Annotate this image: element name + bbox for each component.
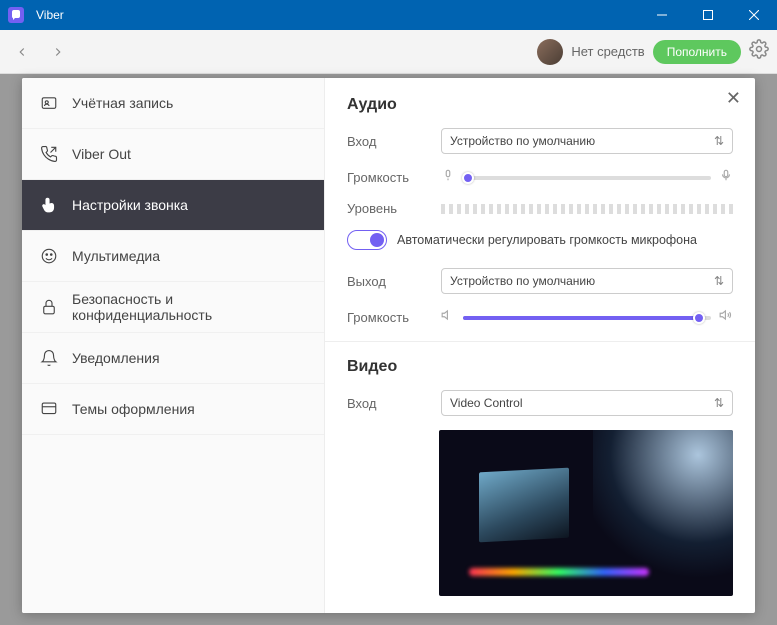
sidebar-item-security[interactable]: Безопасность и конфиденциальность — [22, 282, 324, 333]
camera-preview — [439, 430, 733, 596]
sidebar-item-account[interactable]: Учётная запись — [22, 78, 324, 129]
video-section-title: Видео — [347, 358, 733, 376]
sidebar-item-call-settings[interactable]: Настройки звонка — [22, 180, 324, 231]
lock-icon — [40, 298, 58, 316]
sidebar-item-viber-out[interactable]: Viber Out — [22, 129, 324, 180]
app-icon — [8, 7, 24, 23]
level-meter — [441, 204, 733, 214]
settings-gear-icon[interactable] — [749, 39, 769, 64]
mic-high-icon — [719, 168, 733, 187]
sidebar-item-label: Учётная запись — [72, 95, 173, 111]
settings-content: ✕ Аудио Вход Устройство по умолчанию ⇅ Г… — [325, 78, 755, 613]
mic-low-icon — [441, 168, 455, 187]
app-header: Нет средств Пополнить — [0, 30, 777, 74]
mic-volume-label: Громкость — [347, 170, 429, 185]
video-input-select[interactable]: Video Control ⇅ — [441, 390, 733, 416]
select-value: Устройство по умолчанию — [450, 134, 595, 148]
audio-input-select[interactable]: Устройство по умолчанию ⇅ — [441, 128, 733, 154]
speaker-high-icon — [719, 308, 733, 327]
id-card-icon — [40, 94, 58, 112]
level-label: Уровень — [347, 201, 429, 216]
cursor-hand-icon — [40, 196, 58, 214]
avatar[interactable] — [537, 39, 563, 65]
window-maximize-button[interactable] — [685, 0, 731, 30]
window-close-button[interactable] — [731, 0, 777, 30]
out-volume-label: Громкость — [347, 310, 429, 325]
sidebar-item-multimedia[interactable]: Мультимедиа — [22, 231, 324, 282]
close-icon[interactable]: ✕ — [726, 88, 741, 109]
video-input-label: Вход — [347, 396, 429, 411]
window-minimize-button[interactable] — [639, 0, 685, 30]
window-titlebar: Viber — [0, 0, 777, 30]
settings-sidebar: Учётная запись Viber Out Настройки звонк… — [22, 78, 325, 613]
sidebar-item-label: Viber Out — [72, 146, 131, 162]
auto-gain-label: Автоматически регулировать громкость мик… — [397, 233, 697, 247]
sidebar-item-label: Безопасность и конфиденциальность — [72, 291, 306, 323]
media-icon — [40, 247, 58, 265]
sidebar-item-themes[interactable]: Темы оформления — [22, 384, 324, 435]
chevron-up-down-icon: ⇅ — [714, 134, 724, 148]
chevron-up-down-icon: ⇅ — [714, 274, 724, 288]
bell-icon — [40, 349, 58, 367]
audio-output-select[interactable]: Устройство по умолчанию ⇅ — [441, 268, 733, 294]
settings-panel: Учётная запись Viber Out Настройки звонк… — [22, 78, 755, 613]
theme-icon — [40, 400, 58, 418]
phone-out-icon — [40, 145, 58, 163]
audio-section-title: Аудио — [347, 96, 733, 114]
balance-text: Нет средств — [571, 44, 644, 59]
output-volume-slider[interactable] — [463, 316, 711, 320]
sidebar-item-notifications[interactable]: Уведомления — [22, 333, 324, 384]
nav-back-button[interactable] — [8, 38, 36, 66]
select-value: Устройство по умолчанию — [450, 274, 595, 288]
topup-button[interactable]: Пополнить — [653, 40, 741, 64]
sidebar-item-label: Мультимедиа — [72, 248, 160, 264]
speaker-low-icon — [441, 308, 455, 327]
audio-input-label: Вход — [347, 134, 429, 149]
sidebar-item-label: Настройки звонка — [72, 197, 188, 213]
sidebar-item-label: Уведомления — [72, 350, 160, 366]
chevron-up-down-icon: ⇅ — [714, 396, 724, 410]
mic-volume-slider[interactable] — [463, 176, 711, 180]
audio-output-label: Выход — [347, 274, 429, 289]
nav-forward-button[interactable] — [44, 38, 72, 66]
sidebar-item-label: Темы оформления — [72, 401, 195, 417]
window-title: Viber — [32, 8, 639, 22]
auto-gain-toggle[interactable] — [347, 230, 387, 250]
select-value: Video Control — [450, 396, 523, 410]
